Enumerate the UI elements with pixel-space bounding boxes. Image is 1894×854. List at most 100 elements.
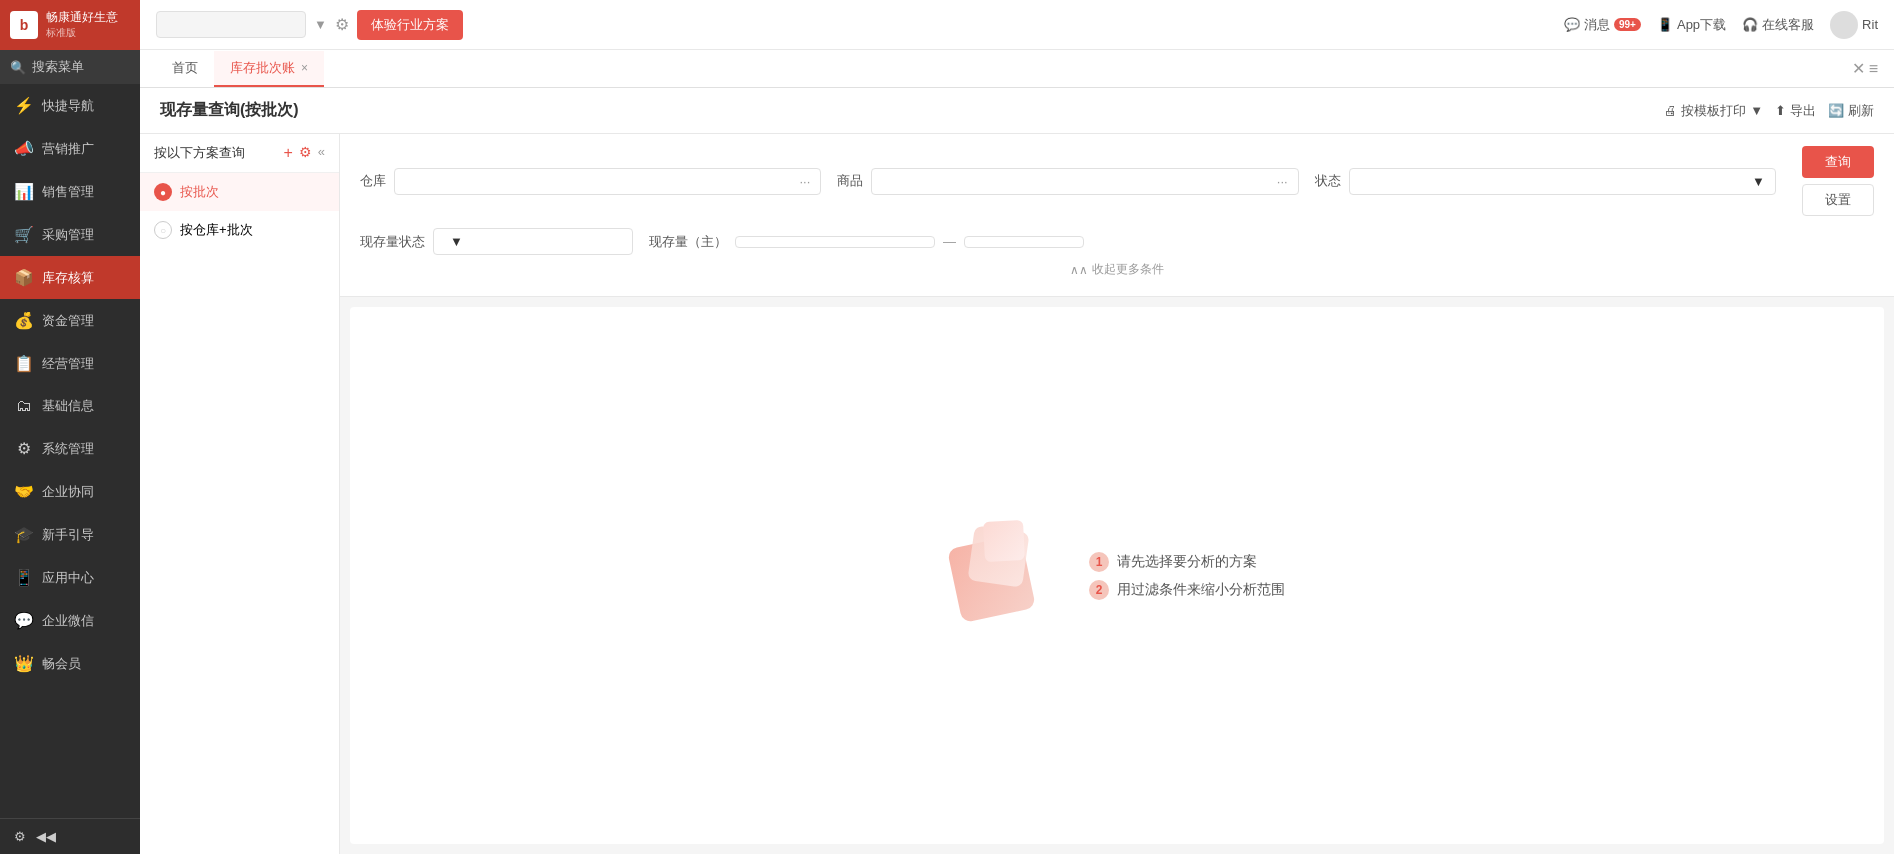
- content-area: 现存量查询(按批次) 🖨 按模板打印 ▼ ⬆ 导出 🔄 刷新: [140, 88, 1894, 854]
- nav-label-system: 系统管理: [42, 440, 94, 458]
- plan-sidebar-actions: + ⚙ «: [283, 144, 325, 162]
- empty-step-1: 1 请先选择要分析的方案: [1089, 552, 1285, 572]
- nav-label-marketing: 营销推广: [42, 140, 94, 158]
- query-button[interactable]: 查询: [1802, 146, 1874, 178]
- collapse-sidebar-button[interactable]: ◀◀: [36, 829, 56, 844]
- user-avatar-area[interactable]: Rit: [1830, 11, 1878, 39]
- app-download-button[interactable]: 📱 App下载: [1657, 16, 1726, 34]
- step-label-2: 用过滤条件来缩小分析范围: [1117, 581, 1285, 599]
- sidebar-header: b 畅康通好生意 标准版: [0, 0, 140, 50]
- sidebar-item-guide[interactable]: 🎓 新手引导: [0, 513, 140, 556]
- main-area: ▼ ⚙ 体验行业方案 💬 消息 99+ 📱 App下载 🎧 在线客服 Rit: [140, 0, 1894, 854]
- print-dropdown-icon[interactable]: ▼: [1750, 103, 1763, 118]
- stock-status-dropdown-icon[interactable]: ▼: [450, 234, 463, 249]
- tab-home[interactable]: 首页: [156, 51, 214, 87]
- settings-button[interactable]: ⚙: [14, 829, 26, 844]
- right-content: 仓库 ··· 商品 ···: [340, 134, 1894, 854]
- stock-status-select[interactable]: ▼: [433, 228, 633, 255]
- collapse-label: 收起更多条件: [1092, 261, 1164, 278]
- sidebar-item-marketing[interactable]: 📣 营销推广: [0, 127, 140, 170]
- topbar-search-box: [156, 11, 306, 38]
- filter-action-buttons: 查询 设置: [1802, 146, 1874, 216]
- tab-settings-icon[interactable]: ≡: [1869, 60, 1878, 78]
- warehouse-input[interactable]: ···: [394, 168, 821, 195]
- product-input[interactable]: ···: [871, 168, 1298, 195]
- tabbar: 首页 库存批次账 × ✕ ≡: [140, 50, 1894, 88]
- home-tab-label: 首页: [172, 59, 198, 77]
- page-header: 现存量查询(按批次) 🖨 按模板打印 ▼ ⬆ 导出 🔄 刷新: [140, 88, 1894, 134]
- print-label: 按模板打印: [1681, 102, 1746, 120]
- close-tab-icon[interactable]: ×: [301, 61, 308, 75]
- message-button[interactable]: 💬 消息 99+: [1564, 16, 1641, 34]
- step-num-1: 1: [1089, 552, 1109, 572]
- plan-settings-icon[interactable]: ⚙: [299, 144, 312, 162]
- sidebar-item-finance[interactable]: 💰 资金管理: [0, 299, 140, 342]
- sidebar-item-wechat[interactable]: 💬 企业微信: [0, 599, 140, 642]
- nav-icon-operation: 📋: [14, 354, 34, 373]
- topbar-right: 💬 消息 99+ 📱 App下载 🎧 在线客服 Rit: [1564, 11, 1878, 39]
- product-more-icon[interactable]: ···: [1277, 174, 1288, 189]
- sidebar-item-quick-nav[interactable]: ⚡ 快捷导航: [0, 84, 140, 127]
- online-service-button[interactable]: 🎧 在线客服: [1742, 16, 1814, 34]
- add-plan-icon[interactable]: +: [283, 144, 292, 162]
- filter-settings-button[interactable]: 设置: [1802, 184, 1874, 216]
- empty-step-2: 2 用过滤条件来缩小分析范围: [1089, 580, 1285, 600]
- nav-label-member: 畅会员: [42, 655, 81, 673]
- status-filter-field: 状态 ▼: [1315, 168, 1776, 195]
- warehouse-more-icon[interactable]: ···: [799, 174, 810, 189]
- experience-industry-button[interactable]: 体验行业方案: [357, 10, 463, 40]
- nav-icon-finance: 💰: [14, 311, 34, 330]
- empty-icon-box3: [983, 519, 1025, 561]
- edition-label: 标准版: [46, 26, 118, 40]
- plan-item-batch[interactable]: ● 按批次: [140, 173, 339, 211]
- sidebar-nav: ⚡ 快捷导航 📣 营销推广 📊 销售管理 🛒 采购管理 📦 库存核算 💰 资金管…: [0, 84, 140, 818]
- sidebar-item-operation[interactable]: 📋 经营管理: [0, 342, 140, 385]
- sidebar-item-enterprise[interactable]: 🤝 企业协同: [0, 470, 140, 513]
- print-button[interactable]: 🖨 按模板打印 ▼: [1664, 102, 1763, 120]
- nav-icon-member: 👑: [14, 654, 34, 673]
- export-button[interactable]: ⬆ 导出: [1775, 102, 1816, 120]
- stock-amount-min-input[interactable]: [735, 236, 935, 248]
- sidebar-item-sales[interactable]: 📊 销售管理: [0, 170, 140, 213]
- stock-status-label: 现存量状态: [360, 233, 425, 251]
- sidebar-item-appstore[interactable]: 📱 应用中心: [0, 556, 140, 599]
- export-label: 导出: [1790, 102, 1816, 120]
- nav-label-appstore: 应用中心: [42, 569, 94, 587]
- status-dropdown-icon[interactable]: ▼: [1752, 174, 1765, 189]
- app-download-icon: 📱: [1657, 17, 1673, 32]
- refresh-label: 刷新: [1848, 102, 1874, 120]
- stock-amount-max-input[interactable]: [964, 236, 1084, 248]
- sidebar-item-purchase[interactable]: 🛒 采购管理: [0, 213, 140, 256]
- status-select[interactable]: ▼: [1349, 168, 1776, 195]
- tab-inventory-batch[interactable]: 库存批次账 ×: [214, 51, 324, 87]
- refresh-button[interactable]: 🔄 刷新: [1828, 102, 1874, 120]
- sidebar-item-member[interactable]: 👑 畅会员: [0, 642, 140, 685]
- search-menu-item[interactable]: 🔍 搜索菜单: [0, 50, 140, 84]
- nav-label-inventory: 库存核算: [42, 269, 94, 287]
- empty-steps: 1 请先选择要分析的方案 2 用过滤条件来缩小分析范围: [1089, 552, 1285, 600]
- online-service-label: 在线客服: [1762, 16, 1814, 34]
- avatar: [1830, 11, 1858, 39]
- sidebar: b 畅康通好生意 标准版 🔍 搜索菜单 ⚡ 快捷导航 📣 营销推广 📊 销售管理…: [0, 0, 140, 854]
- search-icon: 🔍: [10, 60, 26, 75]
- step-label-1: 请先选择要分析的方案: [1117, 553, 1257, 571]
- topbar-gear-icon[interactable]: ⚙: [335, 15, 349, 34]
- refresh-icon: 🔄: [1828, 103, 1844, 118]
- stock-amount-dash: —: [943, 234, 956, 249]
- plan-icon-batch: ●: [154, 183, 172, 201]
- empty-state-inner: 1 请先选择要分析的方案 2 用过滤条件来缩小分析范围: [949, 521, 1285, 631]
- sidebar-item-inventory[interactable]: 📦 库存核算: [0, 256, 140, 299]
- topbar-dropdown-icon[interactable]: ▼: [314, 17, 327, 32]
- plan-item-warehouse-batch[interactable]: ○ 按仓库+批次: [140, 211, 339, 249]
- collapse-conditions-button[interactable]: ∧∧ 收起更多条件: [360, 255, 1874, 284]
- nav-icon-system: ⚙: [14, 439, 34, 458]
- sidebar-item-basic[interactable]: 🗂 基础信息: [0, 385, 140, 427]
- warehouse-label: 仓库: [360, 172, 386, 190]
- inventory-batch-tab-label: 库存批次账: [230, 59, 295, 77]
- empty-illustration: [949, 521, 1059, 631]
- sidebar-item-system[interactable]: ⚙ 系统管理: [0, 427, 140, 470]
- plan-collapse-icon[interactable]: «: [318, 144, 325, 162]
- status-label: 状态: [1315, 172, 1341, 190]
- close-all-tabs-button[interactable]: ✕: [1852, 59, 1865, 78]
- filter-row-2: 现存量状态 ▼ 现存量（主） —: [360, 228, 1874, 255]
